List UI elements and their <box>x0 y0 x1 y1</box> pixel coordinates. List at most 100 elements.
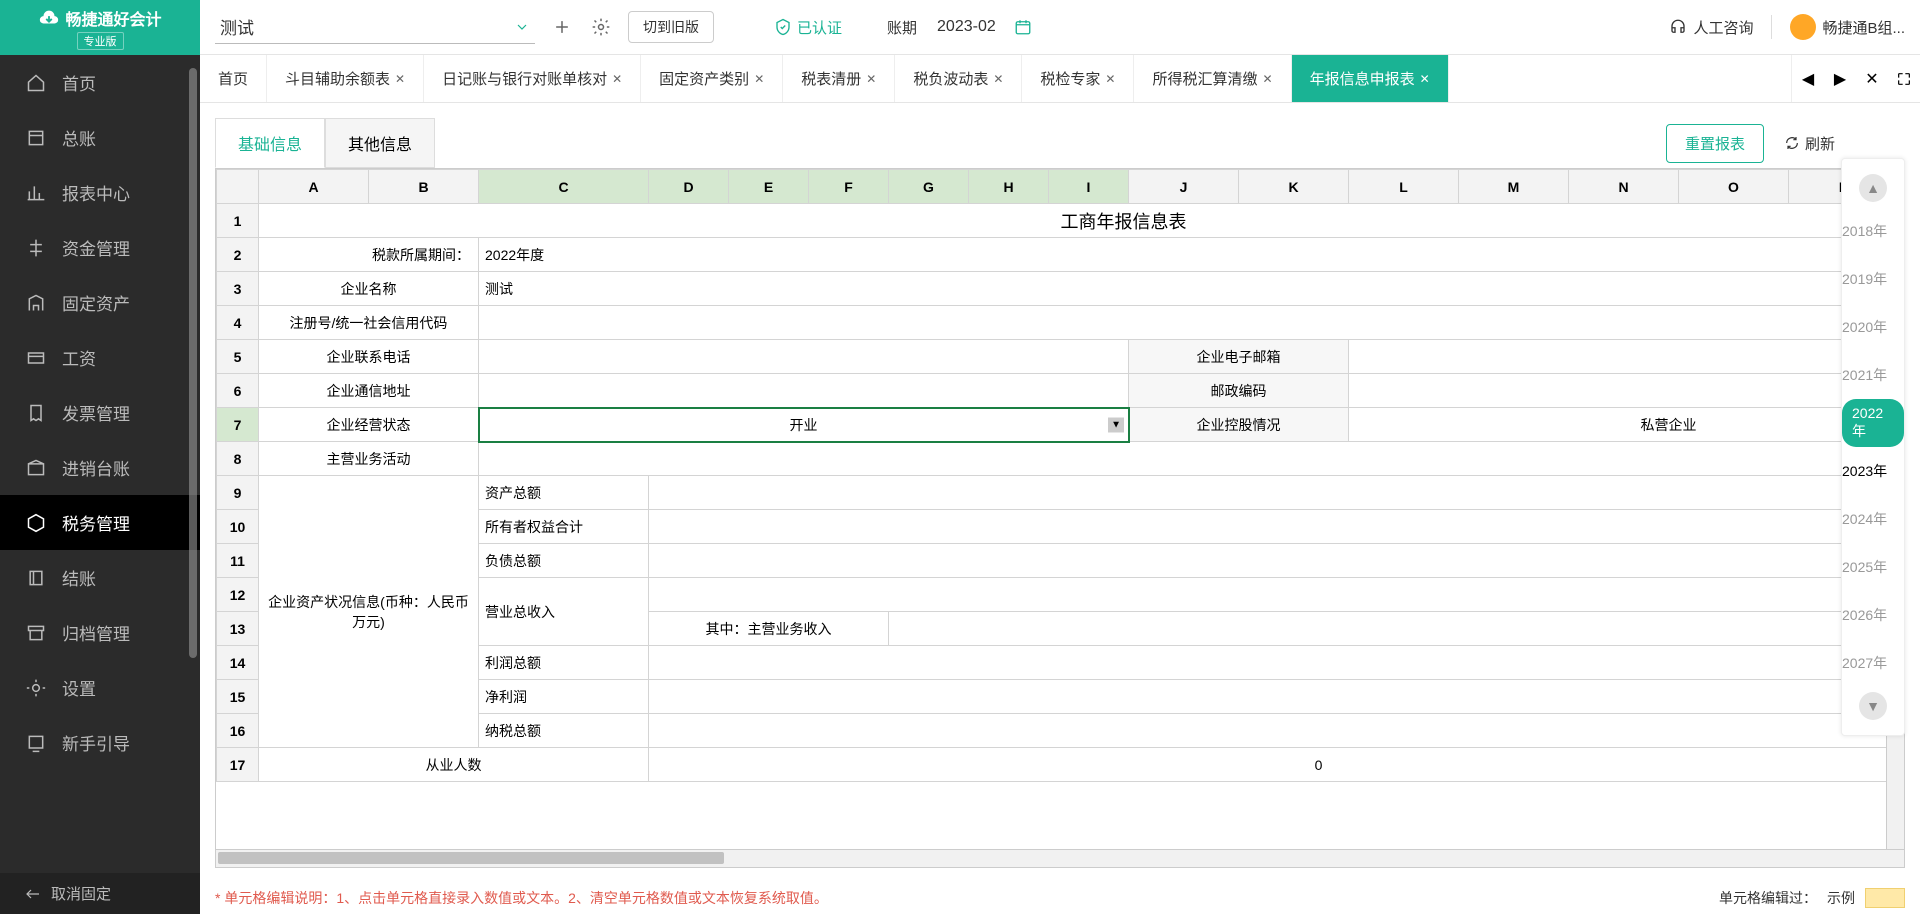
year-item[interactable]: 2022年 <box>1842 399 1904 447</box>
col-head[interactable]: O <box>1679 170 1789 204</box>
close-icon[interactable]: ✕ <box>1263 72 1273 86</box>
sidebar-scrollbar[interactable] <box>189 68 197 658</box>
support-button[interactable]: 人工咨询 <box>1669 17 1753 38</box>
fullscreen-button[interactable] <box>1888 55 1920 102</box>
settings-gear-icon[interactable] <box>589 15 613 39</box>
close-icon[interactable]: ✕ <box>1420 72 1430 86</box>
close-icon[interactable]: ✕ <box>993 72 1003 86</box>
year-item[interactable]: 2025年 <box>1842 543 1904 591</box>
row-head-1[interactable]: 1 <box>217 204 259 238</box>
pin-icon <box>25 886 41 902</box>
tab[interactable]: 固定资产类别✕ <box>641 55 783 102</box>
footer-note: * 单元格编辑说明：1、点击单元格直接录入数值或文本。2、清空单元格数值或文本恢… <box>215 888 1905 908</box>
year-item[interactable]: 2024年 <box>1842 495 1904 543</box>
tab[interactable]: 所得税汇算清缴✕ <box>1134 55 1291 102</box>
home-icon <box>25 72 47 94</box>
year-up-button[interactable]: ▲ <box>1859 174 1887 202</box>
col-head[interactable]: I <box>1049 170 1129 204</box>
year-item[interactable]: 2018年 <box>1842 207 1904 255</box>
tab-nav: ◀ ▶ ✕ <box>1791 55 1920 102</box>
sidebar-item-home[interactable]: 首页 <box>0 55 200 110</box>
col-head[interactable]: J <box>1129 170 1239 204</box>
tab-basic-info[interactable]: 基础信息 <box>215 118 325 168</box>
sidebar-item-inventory[interactable]: 进销台账 <box>0 440 200 495</box>
col-head[interactable]: A <box>259 170 369 204</box>
user-menu[interactable]: 畅捷通B组... <box>1790 14 1905 40</box>
col-head[interactable]: G <box>889 170 969 204</box>
invoice-icon <box>25 402 47 424</box>
active-cell[interactable]: 开业▼ <box>479 408 1129 442</box>
dropdown-arrow-icon[interactable]: ▼ <box>1108 417 1124 432</box>
company-select[interactable]: 测试 <box>215 10 535 44</box>
sidebar-item-chart[interactable]: 报表中心 <box>0 165 200 220</box>
sidebar-item-archive[interactable]: 归档管理 <box>0 605 200 660</box>
year-down-button[interactable]: ▼ <box>1859 692 1887 720</box>
year-item[interactable]: 2020年 <box>1842 303 1904 351</box>
year-item[interactable]: 2027年 <box>1842 639 1904 687</box>
tabbar: 首页斗目辅助余额表✕日记账与银行对账单核对✕固定资产类别✕税表清册✕税负波动表✕… <box>200 55 1920 103</box>
sidebar-item-guide[interactable]: 新手引导 <box>0 715 200 770</box>
year-item[interactable]: 2026年 <box>1842 591 1904 639</box>
tab-other-info[interactable]: 其他信息 <box>325 118 435 168</box>
edited-swatch <box>1865 888 1905 908</box>
salary-icon <box>25 347 47 369</box>
close-icon[interactable]: ✕ <box>866 72 876 86</box>
sidebar-item-building[interactable]: 固定资产 <box>0 275 200 330</box>
refresh-button[interactable]: 刷新 <box>1784 133 1835 154</box>
col-head[interactable]: L <box>1349 170 1459 204</box>
col-head[interactable]: K <box>1239 170 1349 204</box>
tab[interactable]: 斗目辅助余额表✕ <box>267 55 424 102</box>
sheet-hscrollbar[interactable] <box>216 849 1904 867</box>
col-head[interactable]: N <box>1569 170 1679 204</box>
avatar <box>1790 14 1816 40</box>
close-icon[interactable]: ✕ <box>1105 72 1115 86</box>
sidebar-item-funds[interactable]: 资金管理 <box>0 220 200 275</box>
tab[interactable]: 首页 <box>200 55 267 102</box>
sidebar-item-settings[interactable]: 设置 <box>0 660 200 715</box>
reset-report-button[interactable]: 重置报表 <box>1666 124 1764 163</box>
sheet-title: 工商年报信息表 <box>259 204 1906 238</box>
year-item[interactable]: 2021年 <box>1842 351 1904 399</box>
funds-icon <box>25 237 47 259</box>
sidebar-item-salary[interactable]: 工资 <box>0 330 200 385</box>
sidebar-pin-toggle[interactable]: 取消固定 <box>0 873 200 914</box>
add-button[interactable] <box>550 15 574 39</box>
tab[interactable]: 税负波动表✕ <box>895 55 1022 102</box>
col-head[interactable]: B <box>369 170 479 204</box>
spreadsheet[interactable]: ABCDEFGHIJKLMNOPQ 1工商年报信息表 2税款所属期间：2022年… <box>215 168 1905 868</box>
sidebar-item-ledger[interactable]: 总账 <box>0 110 200 165</box>
switch-version-button[interactable]: 切到旧版 <box>628 11 714 43</box>
col-head[interactable]: C <box>479 170 649 204</box>
period-label: 账期 <box>887 17 917 38</box>
year-item[interactable]: 2023年 <box>1842 447 1904 495</box>
period-value[interactable]: 2023-02 <box>937 18 996 36</box>
col-head[interactable]: F <box>809 170 889 204</box>
tab[interactable]: 年报信息申报表✕ <box>1292 55 1449 102</box>
close-icon[interactable]: ✕ <box>754 72 764 86</box>
refresh-icon <box>1784 135 1800 151</box>
tab-prev-button[interactable]: ◀ <box>1792 55 1824 102</box>
chart-icon <box>25 182 47 204</box>
col-head[interactable]: D <box>649 170 729 204</box>
col-head[interactable]: E <box>729 170 809 204</box>
verified-badge: 已认证 <box>774 17 842 38</box>
tab[interactable]: 税表清册✕ <box>783 55 895 102</box>
tab[interactable]: 税检专家✕ <box>1022 55 1134 102</box>
tab-next-button[interactable]: ▶ <box>1824 55 1856 102</box>
tab-close-button[interactable]: ✕ <box>1856 55 1888 102</box>
calendar-icon[interactable] <box>1011 15 1035 39</box>
sidebar-item-invoice[interactable]: 发票管理 <box>0 385 200 440</box>
col-head[interactable]: M <box>1459 170 1569 204</box>
close-icon[interactable]: ✕ <box>612 72 622 86</box>
sidebar-item-close-books[interactable]: 结账 <box>0 550 200 605</box>
col-head[interactable]: H <box>969 170 1049 204</box>
chevron-down-icon <box>514 19 530 35</box>
sheet-corner[interactable] <box>217 170 259 204</box>
ledger-icon <box>25 127 47 149</box>
building-icon <box>25 292 47 314</box>
sub-tabs: 基础信息 其他信息 重置报表 刷新 <box>200 103 1920 168</box>
tab[interactable]: 日记账与银行对账单核对✕ <box>424 55 641 102</box>
sidebar-item-tax[interactable]: 税务管理 <box>0 495 200 550</box>
close-icon[interactable]: ✕ <box>395 72 405 86</box>
year-item[interactable]: 2019年 <box>1842 255 1904 303</box>
